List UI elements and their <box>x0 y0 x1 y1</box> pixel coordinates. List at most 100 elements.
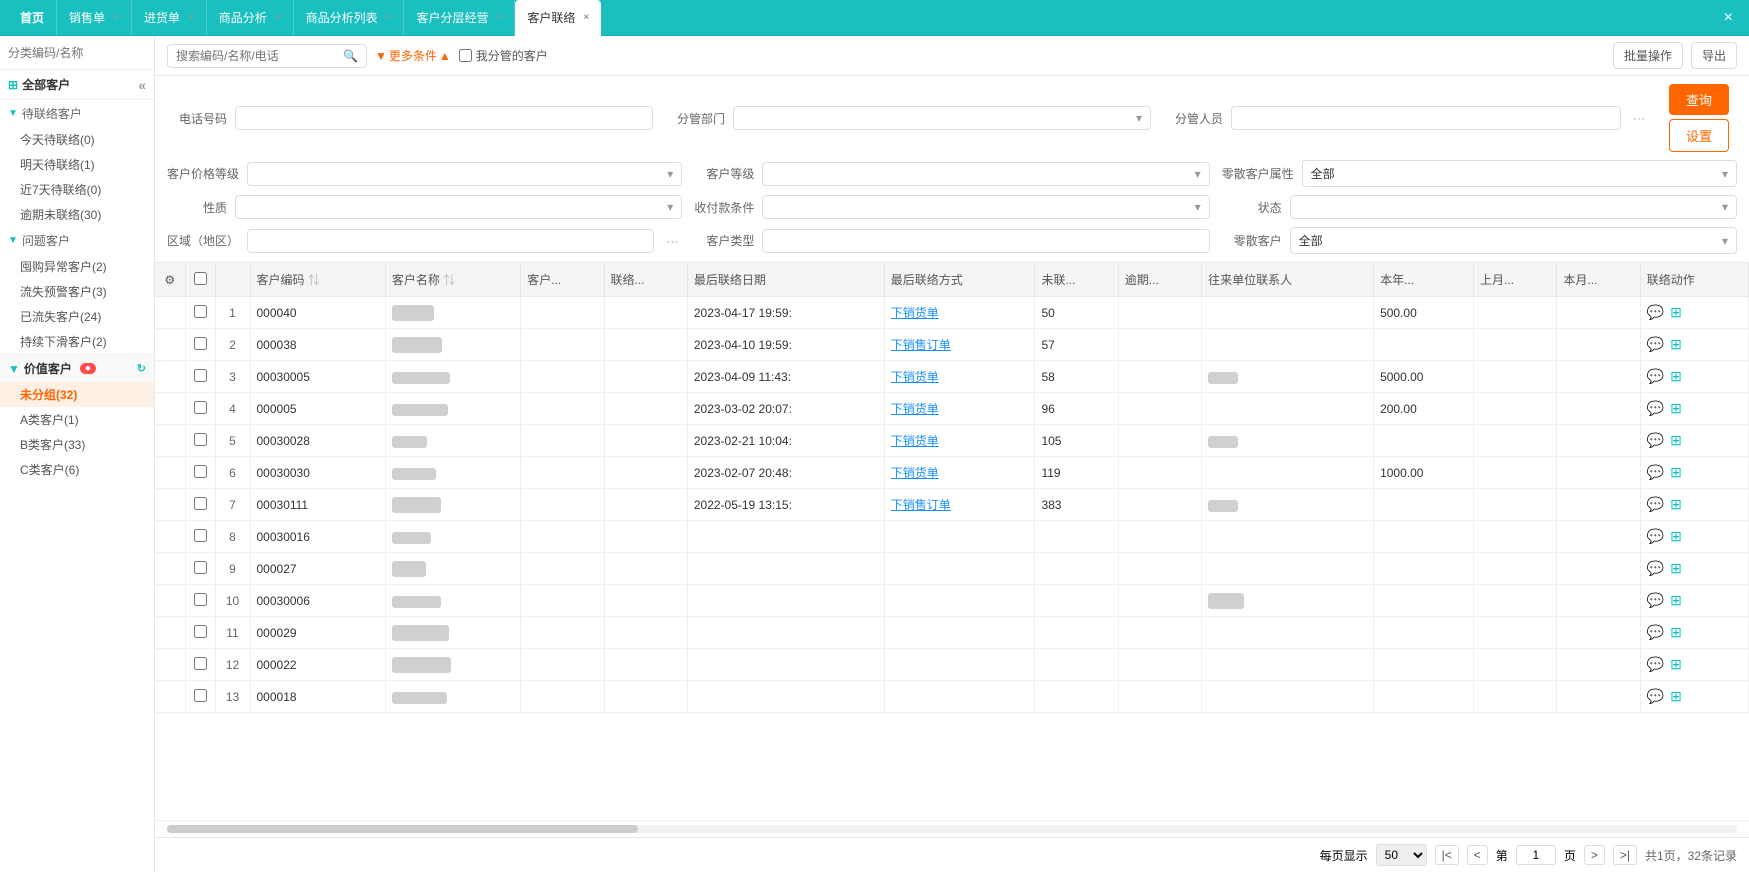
col-header-contact[interactable]: 联络... <box>604 263 687 297</box>
last-page-btn[interactable]: >| <box>1613 845 1637 865</box>
action-grid-icon[interactable]: ⊞ <box>1670 336 1682 353</box>
action-message-icon[interactable]: 💬 <box>1647 400 1664 417</box>
action-message-icon[interactable]: 💬 <box>1647 336 1664 353</box>
action-message-icon[interactable]: 💬 <box>1647 368 1664 385</box>
sidebar-group-problem[interactable]: ▼ 问题客户 <box>0 227 154 254</box>
action-message-icon[interactable]: 💬 <box>1647 304 1664 321</box>
row-last-way[interactable]: 下销货单 <box>884 457 1035 489</box>
sidebar-item-lost[interactable]: 已流失客户(24) <box>0 304 154 329</box>
filter-region-dots[interactable]: ··· <box>662 230 682 252</box>
action-message-icon[interactable]: 💬 <box>1647 464 1664 481</box>
action-message-icon[interactable]: 💬 <box>1647 656 1664 673</box>
filter-more-conditions[interactable]: ▼ 更多条件 ▲ <box>375 47 451 64</box>
filter-level-select[interactable]: ▾ <box>762 162 1209 186</box>
row-last-way[interactable]: 下销售订单 <box>884 329 1035 361</box>
first-page-btn[interactable]: |< <box>1435 845 1459 865</box>
action-grid-icon[interactable]: ⊞ <box>1670 656 1682 673</box>
col-header-type[interactable]: 客户... <box>521 263 604 297</box>
col-header-name[interactable]: 客户名称 ⇅ <box>385 263 520 297</box>
sidebar-item-abnormal[interactable]: 囤购异常客户(2) <box>0 254 154 279</box>
action-message-icon[interactable]: 💬 <box>1647 528 1664 545</box>
row-last-way[interactable]: 下销售订单 <box>884 489 1035 521</box>
row-checkbox[interactable] <box>185 521 215 553</box>
action-grid-icon[interactable]: ⊞ <box>1670 432 1682 449</box>
tab-bar-close-btn[interactable]: × <box>1716 9 1741 27</box>
sidebar-item-declining[interactable]: 持续下滑客户(2) <box>0 329 154 354</box>
action-grid-icon[interactable]: ⊞ <box>1670 624 1682 641</box>
row-checkbox[interactable] <box>185 393 215 425</box>
sidebar-item-class-a[interactable]: A类客户(1) <box>0 407 154 432</box>
sidebar-all-customers[interactable]: ⊞ 全部客户 « <box>0 70 154 100</box>
filter-manager-input[interactable] <box>1231 106 1621 130</box>
action-grid-icon[interactable]: ⊞ <box>1670 464 1682 481</box>
action-grid-icon[interactable]: ⊞ <box>1670 528 1682 545</box>
tab-purchase-close[interactable]: × <box>188 12 194 23</box>
select-all-checkbox[interactable] <box>194 272 207 285</box>
col-header-last-date[interactable]: 最后联络日期 <box>687 263 884 297</box>
sidebar-item-overdue[interactable]: 逾期未联络(30) <box>0 202 154 227</box>
action-message-icon[interactable]: 💬 <box>1647 624 1664 641</box>
tab-customer-contact[interactable]: 客户联络 × <box>515 0 601 36</box>
value-group-refresh[interactable]: ↻ <box>137 362 146 375</box>
sidebar-item-at-risk[interactable]: 流失预警客户(3) <box>0 279 154 304</box>
per-page-select[interactable]: 50 100 200 <box>1376 844 1427 866</box>
horizontal-scrollbar[interactable] <box>155 820 1749 837</box>
filter-search-input[interactable] <box>176 49 339 63</box>
action-message-icon[interactable]: 💬 <box>1647 592 1664 609</box>
action-grid-icon[interactable]: ⊞ <box>1670 496 1682 513</box>
reset-button[interactable]: 设置 <box>1669 119 1729 152</box>
filter-nature-select[interactable]: ▾ <box>235 195 682 219</box>
query-button[interactable]: 查询 <box>1669 84 1729 115</box>
tab-product-analysis-close[interactable]: × <box>275 12 281 23</box>
col-header-no-contact[interactable]: 未联... <box>1035 263 1118 297</box>
action-message-icon[interactable]: 💬 <box>1647 560 1664 577</box>
row-last-way[interactable]: 下销货单 <box>884 393 1035 425</box>
row-checkbox[interactable] <box>185 489 215 521</box>
col-header-overdue[interactable]: 逾期... <box>1118 263 1201 297</box>
tab-customer-mgmt-close[interactable]: × <box>496 12 502 23</box>
tab-product-list-close[interactable]: × <box>386 12 392 23</box>
tab-product-analysis[interactable]: 商品分析 × <box>207 0 294 36</box>
sidebar-item-today[interactable]: 今天待联络(0) <box>0 127 154 152</box>
tab-customer-contact-close[interactable]: × <box>583 12 589 23</box>
action-grid-icon[interactable]: ⊞ <box>1670 368 1682 385</box>
filter-phone-input[interactable] <box>235 106 653 130</box>
filter-search-icon[interactable]: 🔍 <box>343 49 358 63</box>
tab-purchase[interactable]: 进货单 × <box>132 0 207 36</box>
filter-region-input[interactable] <box>247 229 654 253</box>
row-checkbox[interactable] <box>185 617 215 649</box>
row-last-way[interactable]: 下销货单 <box>884 297 1035 329</box>
row-checkbox[interactable] <box>185 649 215 681</box>
my-customers-check[interactable] <box>459 49 472 62</box>
batch-ops-button[interactable]: 批量操作 <box>1613 42 1683 69</box>
row-checkbox[interactable] <box>185 329 215 361</box>
action-message-icon[interactable]: 💬 <box>1647 496 1664 513</box>
col-header-this-year[interactable]: 本年... <box>1374 263 1474 297</box>
filter-scatter-select[interactable]: 全部 ▾ <box>1290 227 1737 254</box>
sidebar-search-input[interactable] <box>8 46 155 60</box>
sidebar-group-pending[interactable]: ▼ 待联络客户 <box>0 100 154 127</box>
row-last-way[interactable]: 下销货单 <box>884 425 1035 457</box>
prev-page-btn[interactable]: < <box>1467 845 1488 865</box>
filter-dept-select[interactable]: ▾ <box>733 106 1151 130</box>
col-header-last-month[interactable]: 上月... <box>1474 263 1557 297</box>
action-grid-icon[interactable]: ⊞ <box>1670 560 1682 577</box>
row-checkbox[interactable] <box>185 553 215 585</box>
row-checkbox[interactable] <box>185 297 215 329</box>
col-header-this-month[interactable]: 本月... <box>1557 263 1640 297</box>
filter-payment-select[interactable]: ▾ <box>762 195 1209 219</box>
filter-price-select[interactable]: ▾ <box>247 162 682 186</box>
tab-sales[interactable]: 销售单 × <box>57 0 132 36</box>
filter-scatter-attr-select[interactable]: 全部 ▾ <box>1302 160 1737 187</box>
col-header-code[interactable]: 客户编码 ⇅ <box>250 263 385 297</box>
sidebar-item-ungrouped[interactable]: 未分组(32) <box>0 382 154 407</box>
row-last-way[interactable]: 下销货单 <box>884 361 1035 393</box>
action-grid-icon[interactable]: ⊞ <box>1670 592 1682 609</box>
action-grid-icon[interactable]: ⊞ <box>1670 400 1682 417</box>
tab-home[interactable]: 首页 <box>8 0 57 36</box>
col-header-settings[interactable]: ⚙ <box>155 263 185 297</box>
sidebar-collapse-icon[interactable]: « <box>138 77 146 93</box>
filter-manager-dots[interactable]: ··· <box>1629 107 1649 129</box>
row-checkbox[interactable] <box>185 585 215 617</box>
col-header-company[interactable]: 往来单位联系人 <box>1202 263 1374 297</box>
